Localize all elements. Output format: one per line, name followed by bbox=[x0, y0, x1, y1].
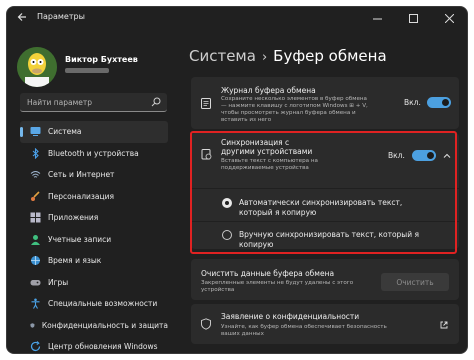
privacy-statement-description: Узнайте, как буфер обмена обеспечивает б… bbox=[221, 324, 387, 337]
sidebar-item-personalization[interactable]: Персонализация bbox=[20, 186, 168, 208]
bluetooth-icon bbox=[32, 147, 39, 159]
sidebar-item-accessibility[interactable]: Специальные возможности bbox=[20, 293, 168, 315]
sidebar-item-label: Система bbox=[48, 127, 82, 137]
avatar-image bbox=[17, 47, 57, 87]
monitor-icon bbox=[30, 127, 41, 137]
maximize-button[interactable] bbox=[395, 7, 431, 29]
page-title: Буфер обмена bbox=[273, 47, 387, 65]
sidebar-item-gaming[interactable]: Игры bbox=[20, 272, 168, 294]
globe-clock-icon bbox=[31, 256, 40, 266]
sidebar-item-bluetooth[interactable]: Bluetooth и устройства bbox=[20, 143, 168, 165]
gamepad-icon bbox=[30, 279, 41, 286]
clipboard-history-toggle-label: Вкл. bbox=[404, 98, 421, 107]
privacy-statement-card[interactable]: Заявление о конфиденциальности Узнайте, … bbox=[191, 304, 459, 344]
sidebar-item-label: Сеть и Интернет bbox=[48, 170, 115, 180]
sidebar-item-label: Игры bbox=[48, 277, 69, 287]
sidebar-item-label: Учетные записи bbox=[48, 234, 112, 244]
sidebar-item-label: Приложения bbox=[48, 213, 99, 223]
breadcrumb: Система › Буфер обмена bbox=[189, 47, 387, 65]
window-title: Параметры bbox=[37, 12, 85, 21]
search-placeholder: Найти параметр bbox=[27, 98, 92, 107]
shield-icon bbox=[201, 318, 211, 330]
sidebar-item-label: Время и язык bbox=[48, 256, 102, 266]
person-icon bbox=[31, 234, 40, 245]
privacy-statement-title: Заявление о конфиденциальности bbox=[221, 312, 360, 321]
clear-clipboard-title: Очистить данные буфера обмена bbox=[201, 269, 335, 278]
sidebar-item-label: Центр обновления Windows bbox=[48, 342, 158, 352]
sidebar-item-label: Персонализация bbox=[48, 191, 114, 201]
sidebar-nav: Система Bluetooth и устройства Сеть и Ин… bbox=[20, 121, 168, 353]
sidebar-item-label: Bluetooth и устройства bbox=[48, 148, 139, 158]
external-link-icon bbox=[440, 321, 448, 329]
sidebar-item-network[interactable]: Сеть и Интернет bbox=[20, 164, 168, 186]
user-name: Виктор Бухтеев bbox=[65, 55, 138, 64]
search-input[interactable]: Найти параметр bbox=[20, 93, 167, 112]
sidebar-item-windows-update[interactable]: Центр обновления Windows bbox=[20, 336, 168, 353]
sidebar-item-accounts[interactable]: Учетные записи bbox=[20, 229, 168, 251]
toggle-knob bbox=[442, 99, 449, 106]
sidebar-item-label: Специальные возможности bbox=[48, 299, 158, 309]
sidebar-item-time-language[interactable]: Время и язык bbox=[20, 250, 168, 272]
accessibility-icon bbox=[31, 298, 40, 310]
settings-window: Параметры Виктор Бухтеев Найти параметр bbox=[7, 7, 467, 353]
breadcrumb-separator: › bbox=[261, 50, 268, 65]
sidebar-item-system[interactable]: Система bbox=[20, 121, 168, 143]
clipboard-history-toggle[interactable] bbox=[427, 97, 451, 108]
title-bar: Параметры bbox=[7, 7, 467, 29]
apps-icon bbox=[30, 212, 41, 223]
minimize-icon bbox=[372, 18, 382, 19]
avatar[interactable] bbox=[17, 47, 57, 87]
update-icon bbox=[30, 341, 41, 352]
minimize-button[interactable] bbox=[359, 7, 395, 29]
search-icon bbox=[151, 97, 161, 107]
sidebar-item-apps[interactable]: Приложения bbox=[20, 207, 168, 229]
brush-icon bbox=[31, 191, 40, 201]
close-button[interactable] bbox=[431, 7, 467, 29]
sidebar-item-privacy[interactable]: Конфиденциальность и защита bbox=[20, 315, 168, 337]
back-arrow-icon[interactable] bbox=[16, 11, 28, 23]
sidebar-item-label: Конфиденциальность и защита bbox=[41, 320, 168, 330]
active-indicator bbox=[20, 127, 23, 137]
highlight-box bbox=[190, 131, 457, 254]
clear-button[interactable]: Очистить bbox=[381, 273, 449, 291]
clipboard-history-title: Журнал буфера обмена bbox=[221, 86, 316, 95]
wifi-icon bbox=[30, 171, 41, 178]
close-icon bbox=[444, 13, 454, 23]
shield-icon bbox=[30, 323, 35, 328]
clear-clipboard-description: Закрепленные элементы не будут удалены с… bbox=[201, 280, 354, 293]
breadcrumb-parent[interactable]: Система bbox=[189, 47, 256, 65]
clipboard-history-icon bbox=[201, 98, 211, 109]
clipboard-history-description: Сохраните несколько элементов в буфер об… bbox=[221, 96, 368, 123]
user-email-redacted bbox=[65, 68, 109, 73]
maximize-icon bbox=[408, 13, 418, 23]
clipboard-history-card: Журнал буфера обмена Сохраните несколько… bbox=[191, 77, 459, 129]
